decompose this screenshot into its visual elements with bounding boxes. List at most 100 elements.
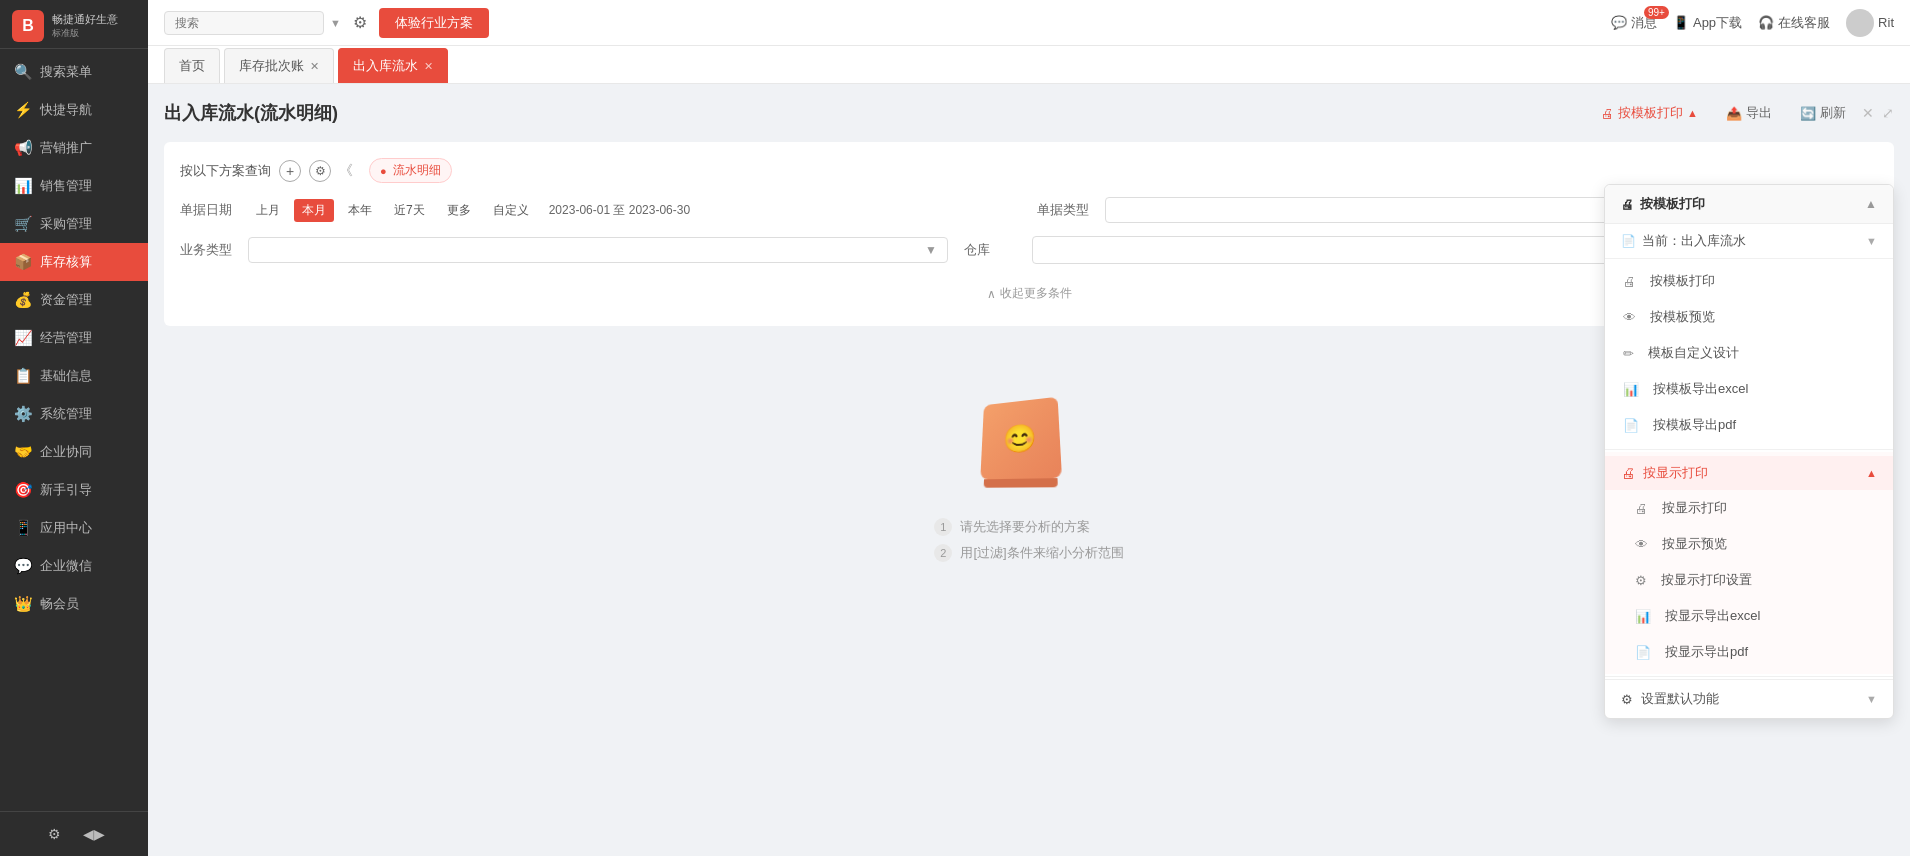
topbar-gear-icon[interactable]: ⚙ bbox=[353, 13, 367, 32]
dropdown-template-section: 🖨 按模板打印 👁 按模板预览 ✏ 模板自定义设计 📊 按模板导出excel bbox=[1605, 259, 1893, 447]
window-expand-icon[interactable]: ⤢ bbox=[1882, 105, 1894, 121]
sidebar-item-marketing[interactable]: 📢 营销推广 bbox=[0, 129, 148, 167]
online-service-button[interactable]: 🎧 在线客服 bbox=[1758, 14, 1830, 32]
sidebar-item-label: 资金管理 bbox=[40, 291, 92, 309]
system-icon: ⚙️ bbox=[14, 405, 32, 423]
display-settings-icon: ⚙ bbox=[1635, 573, 1647, 588]
tag-label: 流水明细 bbox=[393, 162, 441, 179]
export-label: 导出 bbox=[1746, 104, 1772, 122]
messages-button[interactable]: 💬 消息 99+ bbox=[1611, 14, 1657, 32]
template-preview-icon: 👁 bbox=[1623, 310, 1636, 325]
sidebar-item-app-center[interactable]: 📱 应用中心 bbox=[0, 509, 148, 547]
empty-box-visual: 😊 bbox=[980, 397, 1062, 480]
dropdown-item-template-preview[interactable]: 👁 按模板预览 bbox=[1605, 299, 1893, 335]
sidebar-item-member[interactable]: 👑 畅会员 bbox=[0, 585, 148, 623]
tab-inout-flow-label: 出入库流水 bbox=[353, 57, 418, 75]
tab-batch-account[interactable]: 库存批次账 ✕ bbox=[224, 48, 334, 83]
search-add-button[interactable]: + bbox=[279, 160, 301, 182]
sidebar-item-wechat[interactable]: 💬 企业微信 bbox=[0, 547, 148, 585]
print-template-label: 按模板打印 bbox=[1618, 104, 1683, 122]
refresh-button[interactable]: 🔄 刷新 bbox=[1792, 100, 1854, 126]
print-template-button[interactable]: 🖨 按模板打印 ▲ bbox=[1593, 100, 1706, 126]
tabs-bar: 首页 库存批次账 ✕ 出入库流水 ✕ bbox=[148, 46, 1910, 84]
dropdown-display-section-header[interactable]: 🖨 按显示打印 ▲ bbox=[1605, 456, 1893, 490]
dropdown-item-template-custom[interactable]: ✏ 模板自定义设计 bbox=[1605, 335, 1893, 371]
sidebar-item-quick-nav[interactable]: ⚡ 快捷导航 bbox=[0, 91, 148, 129]
dropdown-item-template-excel[interactable]: 📊 按模板导出excel bbox=[1605, 371, 1893, 407]
sidebar-item-label: 经营管理 bbox=[40, 329, 92, 347]
sidebar-item-label: 基础信息 bbox=[40, 367, 92, 385]
sidebar-item-label: 新手引导 bbox=[40, 481, 92, 499]
sidebar-item-basic-info[interactable]: 📋 基础信息 bbox=[0, 357, 148, 395]
sidebar-item-cooperation[interactable]: 🤝 企业协同 bbox=[0, 433, 148, 471]
display-section-icon: 🖨 bbox=[1621, 465, 1635, 481]
page-top-right: 🖨 按模板打印 ▲ 📤 导出 🔄 刷新 ✕ bbox=[1593, 100, 1894, 126]
dropdown-panel: 🖨 按模板打印 ▲ 📄 当前：出入库流水 ▼ 🖨 bbox=[1604, 184, 1894, 719]
dropdown-item-template-pdf[interactable]: 📄 按模板导出pdf bbox=[1605, 407, 1893, 443]
print-icon: 🖨 bbox=[1601, 106, 1614, 121]
sidebar-collapse-button[interactable]: ◀▶ bbox=[76, 820, 112, 848]
sidebar-bottom: ⚙ ◀▶ bbox=[0, 811, 148, 856]
date-this-year[interactable]: 本年 bbox=[340, 199, 380, 222]
date-field: 单据日期 上月 本月 本年 近7天 更多 自定义 2023-06-01 至 20… bbox=[180, 199, 1021, 222]
display-excel-icon: 📊 bbox=[1635, 609, 1651, 624]
dropdown-item-display-pdf[interactable]: 📄 按显示导出pdf bbox=[1605, 634, 1893, 670]
topbar-search-input[interactable] bbox=[164, 11, 324, 35]
date-label: 单据日期 bbox=[180, 201, 240, 219]
sidebar-item-inventory[interactable]: 📦 库存核算 bbox=[0, 243, 148, 281]
sidebar-item-search[interactable]: 🔍 搜索菜单 bbox=[0, 53, 148, 91]
window-close-icon[interactable]: ✕ bbox=[1862, 105, 1874, 121]
date-more[interactable]: 更多 bbox=[439, 199, 479, 222]
display-print-icon: 🖨 bbox=[1635, 501, 1648, 516]
sidebar-item-system[interactable]: ⚙️ 系统管理 bbox=[0, 395, 148, 433]
dropdown-current-arrow-icon[interactable]: ▼ bbox=[1866, 235, 1877, 247]
date-custom[interactable]: 自定义 bbox=[485, 199, 537, 222]
sidebar-item-guide[interactable]: 🎯 新手引导 bbox=[0, 471, 148, 509]
display-print-settings-label: 按显示打印设置 bbox=[1661, 571, 1752, 589]
tab-inout-flow[interactable]: 出入库流水 ✕ bbox=[338, 48, 448, 83]
display-preview-label: 按显示预览 bbox=[1662, 535, 1727, 553]
sidebar: B 畅捷通好生意 标准版 🔍 搜索菜单 ⚡ 快捷导航 📢 营销推广 📊 bbox=[0, 0, 148, 856]
business-type-field: 业务类型 ▼ bbox=[180, 237, 948, 263]
sidebar-item-sales[interactable]: 📊 销售管理 bbox=[0, 167, 148, 205]
tab-home[interactable]: 首页 bbox=[164, 48, 220, 83]
sidebar-item-label: 快捷导航 bbox=[40, 101, 92, 119]
dropdown-item-display-excel[interactable]: 📊 按显示导出excel bbox=[1605, 598, 1893, 634]
business-type-input[interactable]: ▼ bbox=[248, 237, 948, 263]
export-button[interactable]: 📤 导出 bbox=[1718, 100, 1780, 126]
sidebar-item-operations[interactable]: 📈 经营管理 bbox=[0, 319, 148, 357]
sidebar-item-purchase[interactable]: 🛒 采购管理 bbox=[0, 205, 148, 243]
search-dropdown-arrow-icon[interactable]: ▼ bbox=[330, 17, 341, 29]
dropdown-item-template-print[interactable]: 🖨 按模板打印 bbox=[1605, 263, 1893, 299]
empty-step-2: 2 用[过滤]条件来缩小分析范围 bbox=[934, 540, 1123, 566]
trial-button[interactable]: 体验行业方案 bbox=[379, 8, 489, 38]
user-avatar-button[interactable]: Rit bbox=[1846, 9, 1894, 37]
dropdown-item-display-print[interactable]: 🖨 按显示打印 bbox=[1605, 490, 1893, 526]
refresh-icon: 🔄 bbox=[1800, 106, 1816, 121]
display-excel-label: 按显示导出excel bbox=[1665, 607, 1760, 625]
messages-badge: 99+ bbox=[1644, 6, 1669, 19]
dropdown-item-display-print-settings[interactable]: ⚙ 按显示打印设置 bbox=[1605, 562, 1893, 598]
dropdown-divider bbox=[1605, 449, 1893, 450]
search-setting-button[interactable]: ⚙ bbox=[309, 160, 331, 182]
date-last-month[interactable]: 上月 bbox=[248, 199, 288, 222]
date-this-month[interactable]: 本月 bbox=[294, 199, 334, 222]
tab-home-label: 首页 bbox=[179, 57, 205, 75]
app-download-button[interactable]: 📱 App下载 bbox=[1673, 14, 1742, 32]
tab-inout-flow-close-icon[interactable]: ✕ bbox=[424, 60, 433, 73]
tab-batch-account-close-icon[interactable]: ✕ bbox=[310, 60, 319, 73]
dropdown-footer[interactable]: ⚙ 设置默认功能 ▼ bbox=[1605, 679, 1893, 718]
empty-image: 😊 bbox=[979, 398, 1079, 498]
page-content: 出入库流水(流水明细) 🖨 按模板打印 ▲ 📤 导出 🔄 bbox=[148, 84, 1910, 856]
dropdown-collapse-icon[interactable]: ▲ bbox=[1865, 197, 1877, 211]
template-custom-icon: ✏ bbox=[1623, 346, 1634, 361]
dropdown-item-display-preview[interactable]: 👁 按显示预览 bbox=[1605, 526, 1893, 562]
business-type-label: 业务类型 bbox=[180, 241, 240, 259]
search-collapse-icon[interactable]: 《 bbox=[339, 162, 353, 180]
date-options: 上月 本月 本年 近7天 更多 自定义 bbox=[248, 199, 537, 222]
date-7days[interactable]: 近7天 bbox=[386, 199, 433, 222]
sidebar-settings-button[interactable]: ⚙ bbox=[36, 820, 72, 848]
sidebar-item-label: 库存核算 bbox=[40, 253, 92, 271]
dropdown-panel-title: 🖨 按模板打印 bbox=[1621, 195, 1705, 213]
sidebar-item-finance[interactable]: 💰 资金管理 bbox=[0, 281, 148, 319]
